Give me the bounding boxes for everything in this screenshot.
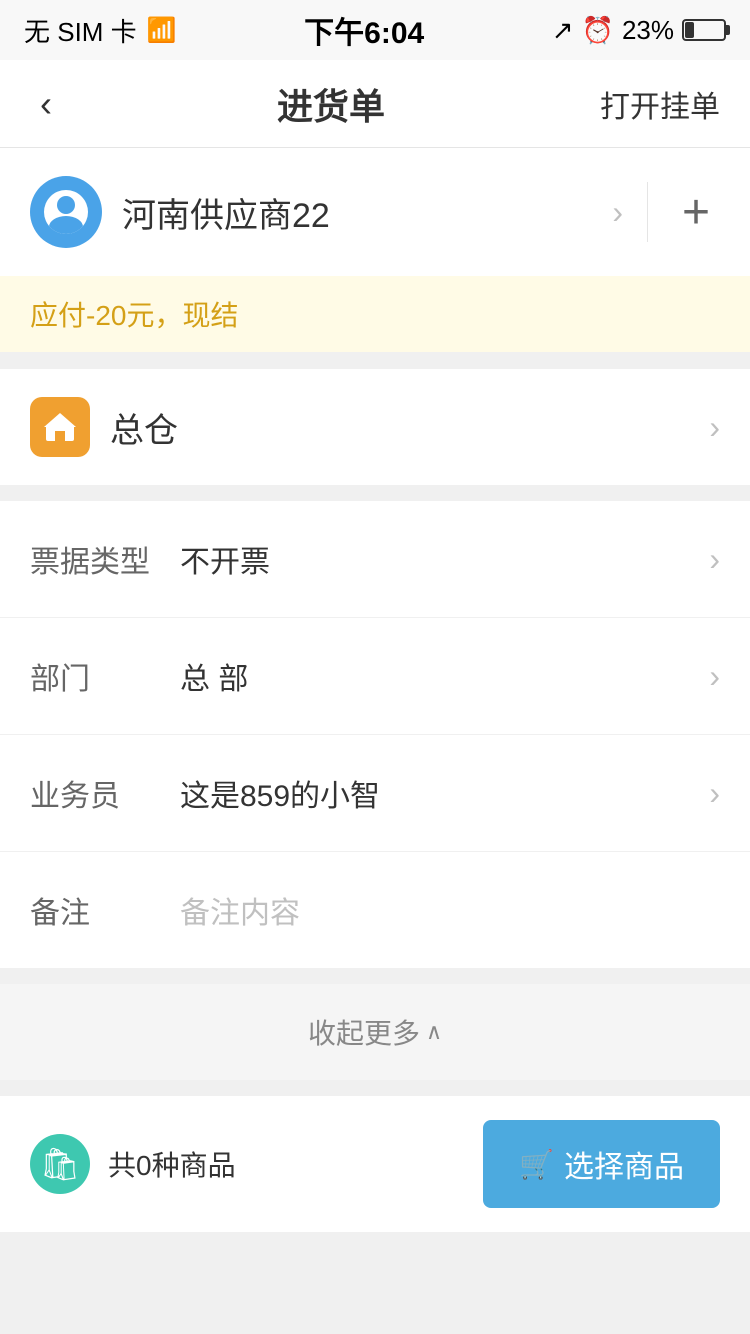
status-left: 无 SIM 卡 📶 [24, 12, 177, 49]
battery-percent: 23% [622, 15, 674, 46]
select-product-icon: 🛒 [519, 1148, 554, 1181]
content-area: 河南供应商22 › + 应付-20元，现结 总仓 [0, 148, 750, 1232]
wifi-icon: 📶 [147, 16, 177, 45]
collapse-row[interactable]: 收起更多 ∧ [0, 984, 750, 1080]
warehouse-row[interactable]: 总仓 › [0, 368, 750, 485]
bottom-bar: 🛍 共0种商品 🛒 选择商品 [0, 1096, 750, 1232]
warehouse-chevron-icon: › [709, 409, 720, 446]
invoice-type-value: 不开票 [180, 537, 709, 581]
supplier-avatar [30, 176, 102, 248]
battery-icon [682, 19, 726, 41]
status-time: 下午6:04 [304, 8, 424, 52]
open-hangup-button[interactable]: 打开挂单 [600, 82, 720, 126]
notice-text: 应付-20元，现结 [30, 300, 238, 331]
status-bar: 无 SIM 卡 📶 下午6:04 ↗ ⏰ 23% [0, 0, 750, 60]
salesperson-row[interactable]: 业务员 这是859的小智 › [0, 735, 750, 852]
page-title: 进货单 [277, 78, 385, 130]
collapse-icon: ∧ [426, 1019, 442, 1045]
salesperson-value: 这是859的小智 [180, 771, 709, 815]
carrier-text: 无 SIM 卡 [24, 12, 137, 49]
supplier-section: 河南供应商22 › + 应付-20元，现结 [0, 148, 750, 352]
department-chevron: › [709, 658, 720, 695]
invoice-type-chevron: › [709, 541, 720, 578]
status-right: ↗ ⏰ 23% [552, 15, 726, 46]
product-icon: 🛍 [30, 1134, 90, 1194]
salesperson-chevron: › [709, 775, 720, 812]
warehouse-icon [30, 397, 90, 457]
invoice-type-label: 票据类型 [30, 537, 150, 581]
salesperson-label: 业务员 [30, 771, 150, 815]
location-icon: ↗ [552, 15, 574, 46]
avatar-inner [44, 190, 88, 234]
remark-row[interactable]: 备注 备注内容 [0, 852, 750, 968]
form-section: 票据类型 不开票 › 部门 总 部 › 业务员 这是859的小智 › 备注 备注… [0, 501, 750, 968]
cart-icon: 🛍 [40, 1145, 81, 1183]
nav-bar: ‹ 进货单 打开挂单 [0, 60, 750, 148]
department-label: 部门 [30, 654, 150, 698]
alarm-icon: ⏰ [582, 15, 614, 46]
warehouse-svg [42, 409, 78, 445]
supplier-row[interactable]: 河南供应商22 › + [0, 148, 750, 276]
select-product-button[interactable]: 🛒 选择商品 [483, 1120, 720, 1208]
product-count-text: 共0种商品 [108, 1144, 236, 1184]
department-row[interactable]: 部门 总 部 › [0, 618, 750, 735]
select-product-label: 选择商品 [564, 1142, 684, 1186]
page-container: 无 SIM 卡 📶 下午6:04 ↗ ⏰ 23% ‹ 进货单 打开挂单 河南供应… [0, 0, 750, 1334]
warehouse-name: 总仓 [110, 403, 709, 452]
supplier-name: 河南供应商22 [122, 188, 612, 237]
collapse-text: 收起更多 [308, 1012, 420, 1052]
back-button[interactable]: ‹ [30, 73, 62, 135]
supplier-chevron-icon: › [612, 194, 623, 231]
warehouse-section: 总仓 › [0, 368, 750, 485]
notice-bar: 应付-20元，现结 [0, 276, 750, 352]
add-button[interactable]: + [672, 185, 720, 240]
divider [647, 182, 648, 242]
product-count-area: 🛍 共0种商品 [30, 1134, 236, 1194]
remark-label: 备注 [30, 888, 150, 932]
remark-input[interactable]: 备注内容 [180, 888, 720, 932]
invoice-type-row[interactable]: 票据类型 不开票 › [0, 501, 750, 618]
department-value: 总 部 [180, 654, 709, 698]
